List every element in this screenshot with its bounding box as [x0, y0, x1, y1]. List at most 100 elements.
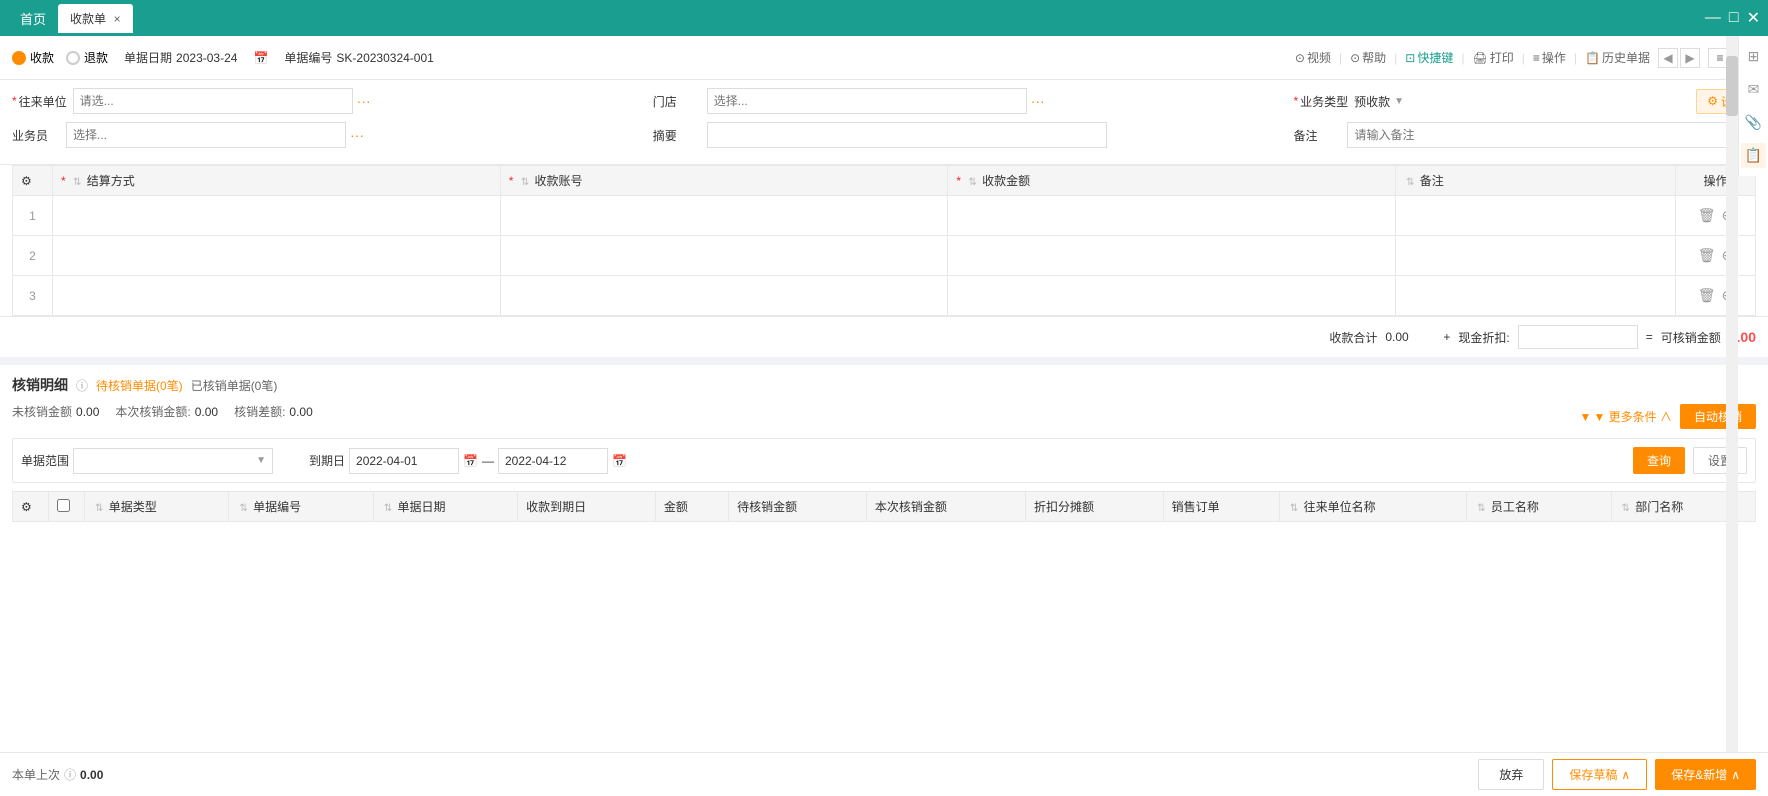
help-link[interactable]: ⊙ 帮助	[1350, 49, 1386, 66]
verify-stats: 未核销金额 0.00 本次核销金额: 0.00 核销差额: 0.00	[12, 403, 313, 420]
v-date-col: ⇅ 单据日期	[373, 492, 517, 522]
row-2-settle[interactable]	[53, 236, 501, 276]
sidebar-attach-icon[interactable]: 📎	[1741, 110, 1766, 135]
row-3-settle[interactable]	[53, 276, 501, 316]
row-1-settle[interactable]	[53, 196, 501, 236]
verify-table-header: ⚙ ⇅ 单据类型 ⇅ 单据编号	[13, 492, 1756, 522]
row-1-amount[interactable]	[948, 196, 1396, 236]
verify-settings-icon[interactable]: ⚙	[21, 500, 32, 514]
row-3-account[interactable]	[500, 276, 948, 316]
verify-checkbox-col[interactable]	[49, 492, 85, 522]
row-1-remark[interactable]	[1396, 196, 1676, 236]
row-3-num: 3	[13, 276, 53, 316]
cal-to-icon[interactable]: 📅	[612, 454, 627, 468]
shop-label: 门店	[653, 93, 703, 110]
window-max-icon[interactable]: □	[1729, 9, 1739, 27]
due-date-filter: 到期日 📅 — 📅	[309, 448, 627, 474]
window-close-icon[interactable]: ✕	[1747, 8, 1760, 28]
row-2-amount[interactable]	[948, 236, 1396, 276]
remark-field: 备注	[1293, 122, 1756, 148]
v-no-col: ⇅ 单据编号	[229, 492, 373, 522]
auto-verify-btn[interactable]: 自动核销	[1680, 404, 1756, 429]
shortcut-icon: ⊡	[1405, 51, 1415, 65]
verify-info-icon[interactable]: ⓘ	[76, 377, 88, 394]
shop-input[interactable]	[707, 88, 1027, 114]
row-1-delete-icon[interactable]: 🗑	[1698, 207, 1716, 224]
settings-col-header[interactable]: ⚙	[13, 166, 53, 196]
range-dropdown-icon: ▼	[256, 455, 266, 466]
sidebar-clip-icon[interactable]: 📋	[1741, 143, 1766, 168]
staff-more-btn[interactable]: ···	[350, 127, 364, 143]
row-3-remark[interactable]	[1396, 276, 1676, 316]
date-range-sep: —	[482, 454, 494, 468]
print-link[interactable]: 🖨 打印	[1473, 49, 1514, 66]
date-value: 2023-03-24	[176, 51, 237, 65]
counterparty-more-btn[interactable]: ···	[357, 93, 371, 109]
bottom-bar: 本单上次 ⓘ 0.00 放弃 保存草稿 ∧ 保存&新增 ∧	[0, 752, 1768, 796]
operation-link[interactable]: ≡ 操作	[1533, 49, 1566, 66]
refund-radio[interactable]: 退款	[66, 49, 108, 66]
bottom-info-icon[interactable]: ⓘ	[64, 766, 76, 783]
verify-settings-col[interactable]: ⚙	[13, 492, 49, 522]
calendar-icon[interactable]: 📅	[253, 51, 268, 65]
video-link[interactable]: ⊙ 视频	[1295, 49, 1331, 66]
settings-small-btn[interactable]: 设置	[1693, 447, 1747, 474]
tab-close-icon[interactable]: ×	[114, 12, 121, 26]
form-row-1: * 往来单位 ··· 门店 ··· * 业务类型 预收款 ▼ ⚙	[12, 88, 1756, 114]
table-settings-icon[interactable]: ⚙	[21, 174, 32, 188]
net-label: 可核销金额	[1661, 329, 1721, 346]
top-nav: 首页 收款单 × — □ ✕	[0, 0, 1768, 36]
summary-input[interactable]	[707, 122, 1107, 148]
draft-btn[interactable]: 保存草稿 ∧	[1552, 759, 1647, 790]
form-area: * 往来单位 ··· 门店 ··· * 业务类型 预收款 ▼ ⚙	[0, 80, 1768, 165]
row-1-account[interactable]	[500, 196, 948, 236]
window-min-icon[interactable]: —	[1705, 9, 1721, 27]
query-btn[interactable]: 查询	[1633, 447, 1685, 474]
staff-field: 业务员 ···	[12, 122, 629, 148]
scroll-bar[interactable]	[1726, 36, 1738, 796]
prev-arrow[interactable]: ◀	[1658, 48, 1678, 68]
done-link[interactable]: 已核销单据(0笔)	[191, 377, 278, 394]
sidebar-table-icon[interactable]: ⊞	[1744, 44, 1764, 69]
sidebar-mail-icon[interactable]: ✉	[1744, 77, 1764, 102]
main-container: 收款 退款 单据日期 2023-03-24 📅 单据编号 SK-20230324…	[0, 36, 1768, 796]
unpaid-label: 未核销金额	[12, 403, 72, 420]
row-2-account[interactable]	[500, 236, 948, 276]
form-row-2: 业务员 ··· 摘要 备注	[12, 122, 1756, 148]
verify-table-container: ⚙ ⇅ 单据类型 ⇅ 单据编号	[12, 491, 1756, 522]
more-conditions-btn[interactable]: ▼ ▼ 更多条件 ∧	[1580, 408, 1672, 425]
business-dropdown-icon[interactable]: ▼	[1394, 96, 1404, 107]
table-row: 3 🗑 ⊕	[13, 276, 1756, 316]
receipt-tab[interactable]: 收款单 ×	[58, 4, 133, 33]
row-3-delete-icon[interactable]: 🗑	[1698, 287, 1716, 304]
scroll-thumb[interactable]	[1726, 56, 1738, 116]
cal-from-icon[interactable]: 📅	[463, 454, 478, 468]
date-label: 单据日期	[124, 49, 172, 66]
row-2-remark[interactable]	[1396, 236, 1676, 276]
remark-label: 备注	[1293, 127, 1343, 144]
date-to-input[interactable]	[498, 448, 608, 474]
row-3-amount[interactable]	[948, 276, 1396, 316]
right-sidebar: ⊞ ✉ 📎 📋	[1738, 36, 1768, 176]
table-header: ⚙ * ⇅ 结算方式 * ⇅ 收款账号 * ⇅ 收款	[13, 166, 1756, 196]
history-link[interactable]: 📋 历史单据	[1585, 49, 1650, 66]
counterparty-input[interactable]	[73, 88, 353, 114]
shortcut-link[interactable]: ⊡ 快捷键	[1405, 49, 1453, 66]
save-new-btn[interactable]: 保存&新增 ∧	[1655, 759, 1756, 790]
date-from-input[interactable]	[349, 448, 459, 474]
verify-select-all[interactable]	[57, 499, 70, 512]
shop-more-btn[interactable]: ···	[1031, 93, 1045, 109]
staff-input[interactable]	[66, 122, 346, 148]
diff-label: 核销差额:	[234, 403, 285, 420]
row-2-delete-icon[interactable]: 🗑	[1698, 247, 1716, 264]
v-due-col: 收款到期日	[518, 492, 656, 522]
abandon-btn[interactable]: 放弃	[1478, 759, 1544, 790]
home-tab[interactable]: 首页	[8, 3, 58, 34]
remark-input[interactable]	[1347, 122, 1756, 148]
next-arrow[interactable]: ▶	[1680, 48, 1700, 68]
pending-link[interactable]: 待核销单据(0笔)	[96, 377, 183, 394]
staff-label: 业务员	[12, 127, 62, 144]
receipt-radio[interactable]: 收款	[12, 49, 54, 66]
discount-input[interactable]	[1518, 325, 1638, 349]
range-select[interactable]: ▼	[73, 448, 273, 474]
